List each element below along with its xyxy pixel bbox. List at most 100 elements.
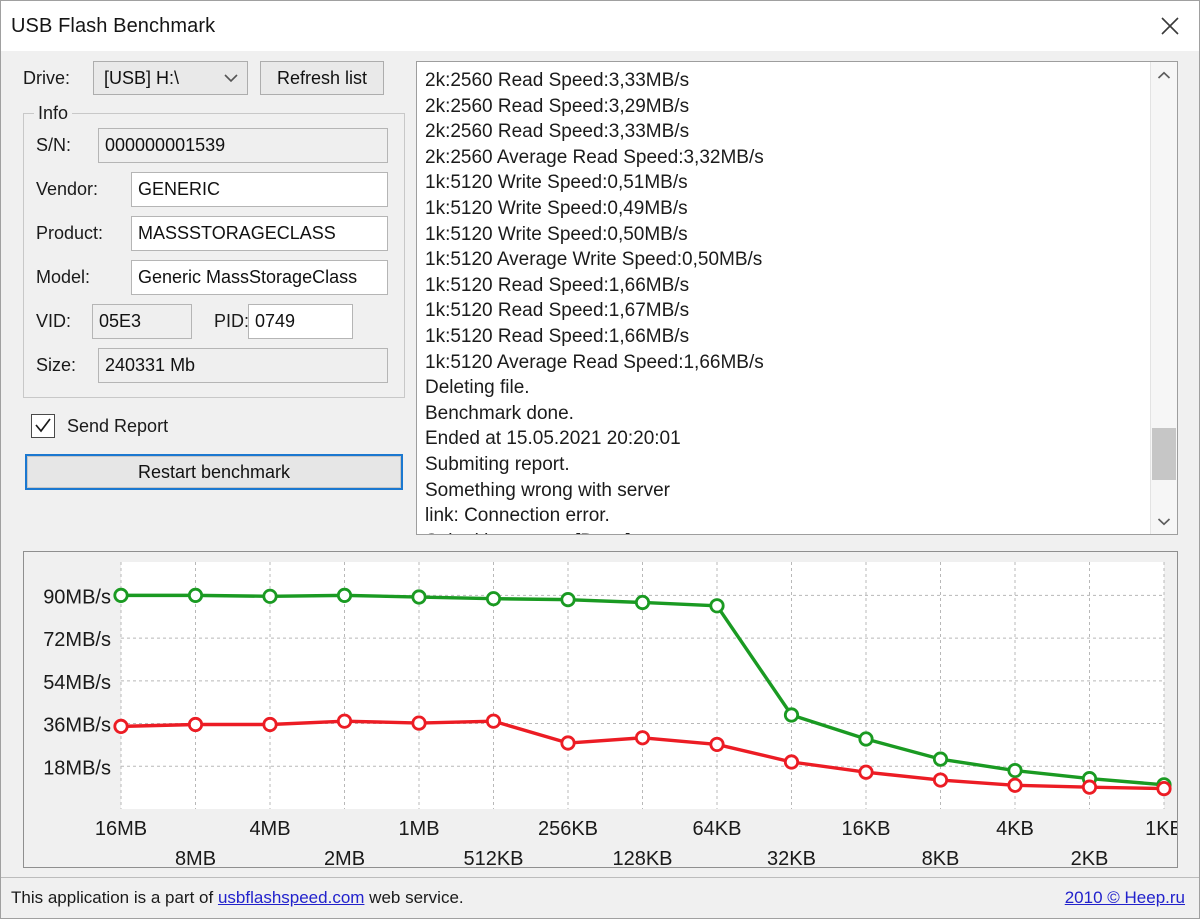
log-scrollbar[interactable] <box>1150 62 1177 534</box>
x-axis-tick-label: 1KB <box>1145 818 1177 840</box>
app-window: USB Flash Benchmark Drive: [USB] H:\ Ref… <box>0 0 1200 919</box>
chart-point <box>709 598 725 614</box>
y-axis-tick-label: 90MB/s <box>43 586 111 608</box>
info-legend: Info <box>34 103 73 124</box>
y-axis-tick-label: 36MB/s <box>43 715 111 737</box>
status-text: This application is a part of usbflashsp… <box>11 888 464 908</box>
vendor-label: Vendor: <box>36 179 99 199</box>
x-axis-tick-label: 2KB <box>1071 848 1109 867</box>
field-row-vid-pid: VID: 05E3 PID: 0749 <box>36 304 392 339</box>
field-row-product: Product: MASSSTORAGECLASS <box>36 216 392 251</box>
field-row-sn: S/N: 000000001539 <box>36 128 392 163</box>
field-row-size: Size: 240331 Mb <box>36 348 392 383</box>
chart-point <box>858 731 874 747</box>
y-axis-tick-label: 18MB/s <box>43 757 111 779</box>
pid-label: PID: <box>214 311 250 331</box>
chart-point <box>1081 779 1098 795</box>
scroll-down-button[interactable] <box>1151 508 1177 534</box>
chart-point <box>783 754 800 770</box>
x-axis-tick-label: 16KB <box>842 818 891 840</box>
chart-point <box>485 713 502 729</box>
x-axis-tick-label: 4MB <box>249 818 290 840</box>
restart-benchmark-label: Restart benchmark <box>137 461 291 482</box>
x-axis-tick-label: 2MB <box>324 848 365 867</box>
drive-select[interactable]: [USB] H:\ <box>93 61 248 95</box>
chart-point <box>783 707 800 723</box>
usbflashspeed-link[interactable]: usbflashspeed.com <box>218 888 364 907</box>
vid-field[interactable]: 05E3 <box>92 304 192 339</box>
chart-point <box>932 751 949 767</box>
vid-label: VID: <box>36 311 72 331</box>
drive-select-value: [USB] H:\ <box>104 67 180 88</box>
scrollbar-track[interactable] <box>1151 88 1177 508</box>
sn-field[interactable]: 000000001539 <box>98 128 388 163</box>
chevron-down-icon <box>223 72 239 85</box>
chart-point <box>113 587 129 603</box>
chart-point <box>113 718 129 734</box>
y-axis-tick-label: 72MB/s <box>43 629 111 651</box>
x-axis-tick-label: 512KB <box>463 848 523 867</box>
y-axis-tick-label: 54MB/s <box>43 672 111 694</box>
chart-point <box>709 736 725 753</box>
send-report-checkbox[interactable] <box>31 414 55 438</box>
chart-point <box>560 592 576 608</box>
vendor-field[interactable]: GENERIC <box>131 172 388 207</box>
chart-point <box>187 716 204 733</box>
size-label: Size: <box>36 355 77 375</box>
scrollbar-thumb[interactable] <box>1152 428 1176 480</box>
product-field[interactable]: MASSSTORAGECLASS <box>131 216 388 251</box>
chevron-up-icon <box>1157 68 1171 83</box>
x-axis-tick-label: 4KB <box>996 818 1034 840</box>
chart-svg: 90MB/s 72MB/s 54MB/s 36MB/s 18MB/s 16MB 8MB 4MB… <box>43 562 1177 867</box>
send-report-label: Send Report <box>67 415 169 436</box>
chart-point <box>485 591 502 607</box>
field-row-model: Model: Generic MassStorageClass <box>36 260 392 295</box>
model-field[interactable]: Generic MassStorageClass <box>131 260 388 295</box>
left-panel: Drive: [USB] H:\ Refresh list Info S/N: … <box>23 61 405 490</box>
chevron-down-icon <box>1157 514 1171 529</box>
close-icon <box>1159 15 1181 37</box>
chart-point <box>187 587 204 603</box>
heep-ru-link[interactable]: 2010 © Heep.ru <box>1065 888 1185 907</box>
chart-point <box>560 735 576 751</box>
log-panel: 2k:2560 Read Speed:3,33MB/s 2k:2560 Read… <box>416 61 1178 535</box>
model-label: Model: <box>36 267 91 287</box>
chart-point <box>262 716 278 733</box>
chart-point <box>336 587 353 603</box>
chart-point <box>336 713 353 729</box>
sn-label: S/N: <box>36 135 72 155</box>
chart-point <box>1007 762 1023 779</box>
refresh-list-button[interactable]: Refresh list <box>260 61 385 95</box>
scroll-up-button[interactable] <box>1151 62 1177 88</box>
send-report-checkbox-row[interactable]: Send Report <box>31 414 405 438</box>
main-content: Drive: [USB] H:\ Refresh list Info S/N: … <box>1 51 1199 877</box>
size-field[interactable]: 240331 Mb <box>98 348 388 383</box>
x-axis-tick-label: 1MB <box>398 818 439 840</box>
x-axis-tick-label: 8KB <box>922 848 960 867</box>
window-title: USB Flash Benchmark <box>11 14 216 37</box>
chart-point <box>1007 777 1023 793</box>
x-axis-tick-label: 128KB <box>612 848 672 867</box>
restart-benchmark-button[interactable]: Restart benchmark <box>25 454 403 490</box>
status-text-before: This application is a part of <box>11 888 218 907</box>
field-row-vendor: Vendor: GENERIC <box>36 172 392 207</box>
status-bar: This application is a part of usbflashsp… <box>1 877 1199 918</box>
chart-point <box>411 715 427 731</box>
x-axis-tick-label: 32KB <box>767 848 816 867</box>
info-groupbox: Info S/N: 000000001539 Vendor: GENERIC P… <box>23 103 405 398</box>
chart-point <box>1156 780 1172 797</box>
log-textarea[interactable]: 2k:2560 Read Speed:3,33MB/s 2k:2560 Read… <box>417 62 1150 534</box>
pid-field[interactable]: 0749 <box>248 304 353 339</box>
chart-point <box>858 764 874 780</box>
refresh-list-label: Refresh list <box>277 67 368 88</box>
title-bar: USB Flash Benchmark <box>1 1 1199 51</box>
copyright: 2010 © Heep.ru <box>1065 888 1185 908</box>
product-label: Product: <box>36 223 104 243</box>
x-axis-tick-label: 16MB <box>95 818 147 840</box>
chart-point <box>262 588 278 604</box>
chart-point <box>634 594 651 611</box>
benchmark-chart: 90MB/s 72MB/s 54MB/s 36MB/s 18MB/s 16MB 8MB 4MB… <box>23 551 1178 868</box>
restart-benchmark-inner: Restart benchmark <box>27 456 401 488</box>
close-button[interactable] <box>1141 1 1199 50</box>
x-axis-tick-label: 256KB <box>538 818 598 840</box>
